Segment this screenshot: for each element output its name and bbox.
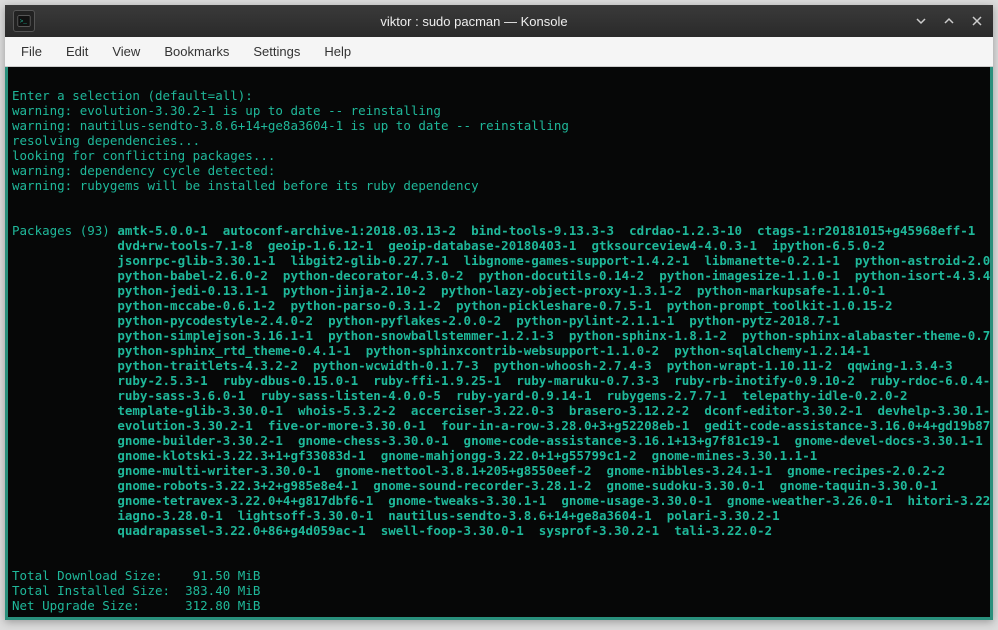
packages-heading: Packages (93) (12, 223, 117, 238)
menu-file[interactable]: File (9, 40, 54, 63)
pkg-line: python-pycodestyle-2.4.0-2 python-pyflak… (12, 313, 840, 328)
pkg-line: gnome-tetravex-3.22.0+4+g817dbf6-1 gnome… (12, 493, 993, 508)
term-line: warning: evolution-3.30.2-1 is up to dat… (12, 103, 441, 118)
close-button[interactable] (965, 9, 989, 33)
close-icon (971, 15, 983, 27)
upgrade-size-value: 312.80 MiB (185, 598, 260, 613)
pkg-line: gnome-multi-writer-3.30.0-1 gnome-nettoo… (12, 463, 945, 478)
term-line: warning: rubygems will be installed befo… (12, 178, 479, 193)
window-controls (909, 9, 989, 33)
menu-view[interactable]: View (100, 40, 152, 63)
chevron-down-icon (915, 15, 927, 27)
maximize-button[interactable] (937, 9, 961, 33)
pkg-line: ruby-2.5.3-1 ruby-dbus-0.15.0-1 ruby-ffi… (12, 373, 993, 388)
pkg-line: jsonrpc-glib-3.30.1-1 libgit2-glib-0.27.… (12, 253, 993, 268)
term-line: looking for conflicting packages... (12, 148, 275, 163)
pkg-line: ruby-sass-3.6.0-1 ruby-sass-listen-4.0.0… (12, 388, 908, 403)
pkg-line: template-glib-3.30.0-1 whois-5.3.2-2 acc… (12, 403, 993, 418)
pkg-line: python-jedi-0.13.1-1 python-jinja-2.10-2… (12, 283, 885, 298)
menu-bookmarks[interactable]: Bookmarks (152, 40, 241, 63)
term-line: warning: nautilus-sendto-3.8.6+14+ge8a36… (12, 118, 569, 133)
chevron-up-icon (943, 15, 955, 27)
installed-size-label: Total Installed Size: (12, 583, 185, 598)
pkg-line: quadrapassel-3.22.0+86+g4d059ac-1 swell-… (12, 523, 772, 538)
pkg-line: python-simplejson-3.16.1-1 python-snowba… (12, 328, 993, 343)
installed-size-value: 383.40 MiB (185, 583, 260, 598)
blank-line (12, 613, 986, 620)
titlebar: >_ viktor : sudo pacman — Konsole (5, 5, 993, 37)
pkg-line: evolution-3.30.2-1 five-or-more-3.30.0-1… (12, 418, 993, 433)
menu-help[interactable]: Help (312, 40, 363, 63)
blank-line (12, 193, 986, 208)
konsole-app-icon: >_ (13, 10, 35, 32)
pkg-line: python-mccabe-0.6.1-2 python-parso-0.3.1… (12, 298, 893, 313)
blank-line (12, 538, 986, 553)
menu-settings[interactable]: Settings (241, 40, 312, 63)
download-size-value: 91.50 MiB (193, 568, 261, 583)
term-line: resolving dependencies... (12, 133, 200, 148)
pkg-line: python-sphinx_rtd_theme-0.4.1-1 python-s… (12, 343, 870, 358)
svg-text:>_: >_ (20, 18, 28, 25)
konsole-window: >_ viktor : sudo pacman — Konsole File E… (5, 5, 993, 620)
pkg-line: iagno-3.28.0-1 lightsoff-3.30.0-1 nautil… (12, 508, 780, 523)
terminal-output[interactable]: Enter a selection (default=all): warning… (5, 67, 993, 620)
upgrade-size-label: Net Upgrade Size: (12, 598, 185, 613)
menubar: File Edit View Bookmarks Settings Help (5, 37, 993, 67)
pkg-line: gnome-klotski-3.22.3+1+gf33083d-1 gnome-… (12, 448, 817, 463)
download-size-label: Total Download Size: (12, 568, 193, 583)
pkg-line: gnome-robots-3.22.3+2+g985e8e4-1 gnome-s… (12, 478, 938, 493)
pkg-line: gnome-builder-3.30.2-1 gnome-chess-3.30.… (12, 433, 983, 448)
menu-edit[interactable]: Edit (54, 40, 100, 63)
pkg-line: amtk-5.0.0-1 autoconf-archive-1:2018.03.… (117, 223, 975, 238)
minimize-button[interactable] (909, 9, 933, 33)
window-title: viktor : sudo pacman — Konsole (39, 14, 909, 29)
term-line: warning: dependency cycle detected: (12, 163, 275, 178)
pkg-line: python-babel-2.6.0-2 python-decorator-4.… (12, 268, 993, 283)
pkg-line: python-traitlets-4.3.2-2 python-wcwidth-… (12, 358, 953, 373)
term-line: Enter a selection (default=all): (12, 88, 253, 103)
pkg-line: dvd+rw-tools-7.1-8 geoip-1.6.12-1 geoip-… (12, 238, 885, 253)
